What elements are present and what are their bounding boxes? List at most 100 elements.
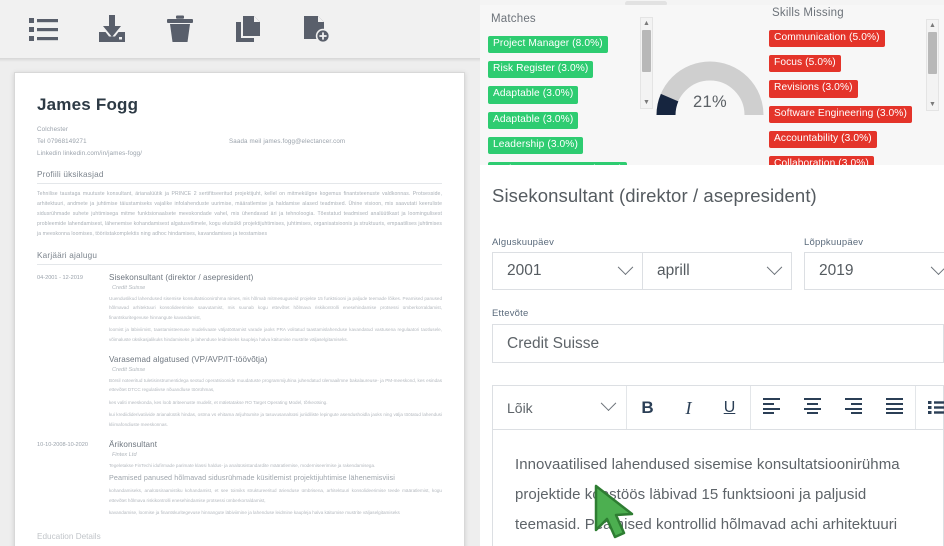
missing-scrollbar-thumb[interactable]: [928, 32, 937, 74]
end-year-value: 2019: [819, 262, 854, 279]
align-right-button[interactable]: [833, 386, 874, 429]
start-month-value: aprill: [657, 262, 690, 279]
company-input[interactable]: Credit Suisse: [492, 324, 944, 363]
page-title: Sisekonsultant (direktor / asepresident): [492, 185, 817, 206]
italic-button[interactable]: I: [668, 386, 709, 429]
cv-job-entry[interactable]: Varasemad algatused (VP/AVP/IT-töövõtja)…: [37, 355, 442, 432]
missing-scrollbar[interactable]: ▲ ▼: [926, 19, 939, 111]
scroll-up-icon[interactable]: ▲: [927, 20, 938, 31]
copy-icon[interactable]: [214, 6, 282, 52]
scroll-down-icon[interactable]: ▼: [927, 99, 938, 110]
bullet-list-button[interactable]: [916, 386, 944, 429]
matches-scrollbar[interactable]: ▲ ▼: [640, 17, 653, 109]
match-chip[interactable]: Risk Register (3.0%): [488, 61, 594, 79]
download-icon[interactable]: [78, 6, 146, 52]
matches-scrollbar-thumb[interactable]: [642, 30, 651, 72]
start-date-label: Alguskuupäev: [492, 237, 555, 248]
cv-email: Saada meil james.fogg@electancer.com: [229, 137, 346, 145]
cv-job-title: Varasemad algatused (VP/AVP/IT-töövõtja): [109, 354, 268, 364]
skills-analysis-region: Matches Project Manager (8.0%) Risk Regi…: [480, 5, 944, 185]
scroll-down-icon[interactable]: ▼: [641, 97, 652, 108]
align-justify-button[interactable]: [874, 386, 915, 429]
start-date-group: Alguskuupäev 2001 aprill: [492, 237, 792, 290]
cv-job-paragraph: Peamised panused hõlmavad sidusrühmade k…: [109, 473, 395, 483]
cv-contact-block: Colchester Tel 07968149271 Saada meil ja…: [37, 124, 442, 159]
chevron-down-icon: [930, 258, 944, 275]
list-group: [916, 386, 944, 429]
rich-text-editor[interactable]: Innovaatilised lahendused sisemise konsu…: [492, 430, 944, 546]
start-year-select[interactable]: 2001: [492, 252, 642, 290]
cv-job-company: Credit Suisse: [112, 366, 146, 373]
list-icon[interactable]: [10, 6, 78, 52]
end-date-group: Lõppkuupäev 2019: [804, 237, 944, 290]
align-center-icon: [804, 398, 821, 416]
start-month-select[interactable]: aprill: [642, 252, 792, 290]
chevron-down-icon: [600, 395, 617, 412]
cv-job-company: Fintex Ltd: [112, 452, 137, 459]
company-label: Ettevõte: [492, 308, 529, 319]
missing-chip-list: Communication (5.0%) Focus (5.0%) Revisi…: [769, 27, 937, 178]
cv-document[interactable]: James Fogg Colchester Tel 07968149271 Sa…: [14, 72, 465, 546]
file-add-icon[interactable]: [282, 6, 350, 52]
end-year-select[interactable]: 2019: [804, 252, 944, 290]
underline-icon: U: [723, 398, 736, 416]
missing-title: Skills Missing: [772, 7, 844, 19]
start-year-value: 2001: [507, 262, 542, 279]
missing-chip[interactable]: Software Engineering (3.0%): [769, 105, 912, 123]
align-justify-icon: [886, 398, 903, 416]
date-fields-row: Alguskuupäev 2001 aprill Lõppkuupäev 201…: [492, 237, 944, 290]
match-chip[interactable]: Project Manager (8.0%): [488, 36, 608, 54]
block-format-select[interactable]: Lõik: [493, 395, 626, 416]
missing-chip[interactable]: Communication (5.0%): [769, 30, 885, 48]
end-date-label: Lõppkuupäev: [804, 237, 864, 248]
bold-button[interactable]: B: [627, 386, 668, 429]
cv-job-paragraph: kes valiti meeskonda, kes loob äriteenus…: [109, 399, 328, 405]
block-format-group: Lõik: [493, 386, 627, 429]
missing-chip[interactable]: Revisions (3.0%): [769, 80, 858, 98]
cv-job-dates: 04-2001 - 12-2019: [37, 274, 84, 281]
trash-icon[interactable]: [146, 6, 214, 52]
bold-icon: B: [641, 398, 654, 417]
cv-job-entry[interactable]: 04-2001 - 12-2019 Sisekonsultant (direkt…: [37, 273, 442, 347]
cv-job-paragraph: Börsil noteeritud tuletisinstrumentidega…: [109, 377, 442, 393]
match-chip[interactable]: Leadership (3.0%): [488, 136, 583, 155]
alignment-group: [751, 386, 916, 429]
document-toolbar: [0, 0, 480, 58]
cv-job-title: Ärikonsultant: [109, 440, 158, 450]
underline-button[interactable]: U: [709, 386, 750, 429]
cv-career-heading: Karjääri ajalugu: [37, 251, 442, 265]
cv-preview-pane: James Fogg Colchester Tel 07968149271 Sa…: [0, 0, 480, 546]
missing-column: Skills Missing Communication (5.0%) Focu…: [769, 7, 937, 179]
italic-icon: I: [685, 397, 692, 418]
cv-candidate-name: James Fogg: [37, 95, 139, 114]
matches-chip-list: Project Manager (8.0%) Risk Register (3.…: [488, 33, 640, 184]
cv-job-paragraph: kavandamise, loomise ja finantskuritegev…: [109, 509, 400, 515]
align-center-button[interactable]: [792, 386, 833, 429]
match-chip[interactable]: Adaptable (3.0%): [488, 111, 579, 129]
cv-job-paragraph: Uuenduslikud lahendused sisemise konsult…: [109, 295, 442, 320]
block-format-value: Lõik: [507, 399, 533, 416]
company-group: Ettevõte Credit Suisse: [492, 308, 944, 363]
match-chip[interactable]: Adaptable (3.0%): [488, 86, 579, 104]
cv-job-paragraph: loomist ja läbiviimist, taastamisteenuse…: [109, 327, 442, 342]
missing-chip[interactable]: Focus (5.0%): [769, 55, 841, 73]
align-left-icon: [763, 398, 780, 416]
scroll-up-icon[interactable]: ▲: [641, 18, 652, 29]
cv-job-dates: 10-10-2008-10-2020: [37, 442, 89, 449]
missing-chip[interactable]: Accountability (3.0%): [769, 130, 877, 149]
editor-content: Innovaatilised lahendused sisemise konsu…: [515, 456, 900, 533]
align-left-button[interactable]: [751, 386, 792, 429]
cv-contact-row: Tel 07968149271 Saada meil james.fogg@el…: [37, 136, 442, 148]
align-right-icon: [845, 398, 862, 416]
cv-job-paragraph: kohandamiseks, analüüsiraamistiku kohand…: [109, 488, 442, 503]
cv-job-paragraph: Tegeletakse FinTechi idufirmade parimate…: [109, 463, 376, 469]
toolbar-shadow: [0, 58, 480, 62]
cv-education-heading: Education Details: [37, 532, 101, 542]
cv-tel: Tel 07968149271: [37, 137, 87, 145]
role-edit-form: Sisekonsultant (direktor / asepresident)…: [480, 165, 944, 546]
cv-job-title: Sisekonsultant (direktor / asepresident): [109, 272, 254, 282]
editor-pane: Matches Project Manager (8.0%) Risk Regi…: [480, 0, 944, 546]
matches-title: Matches: [491, 13, 536, 25]
bullet-list-icon: [927, 401, 944, 414]
cv-job-entry[interactable]: 10-10-2008-10-2020 Ärikonsultant Fintex …: [37, 440, 442, 520]
